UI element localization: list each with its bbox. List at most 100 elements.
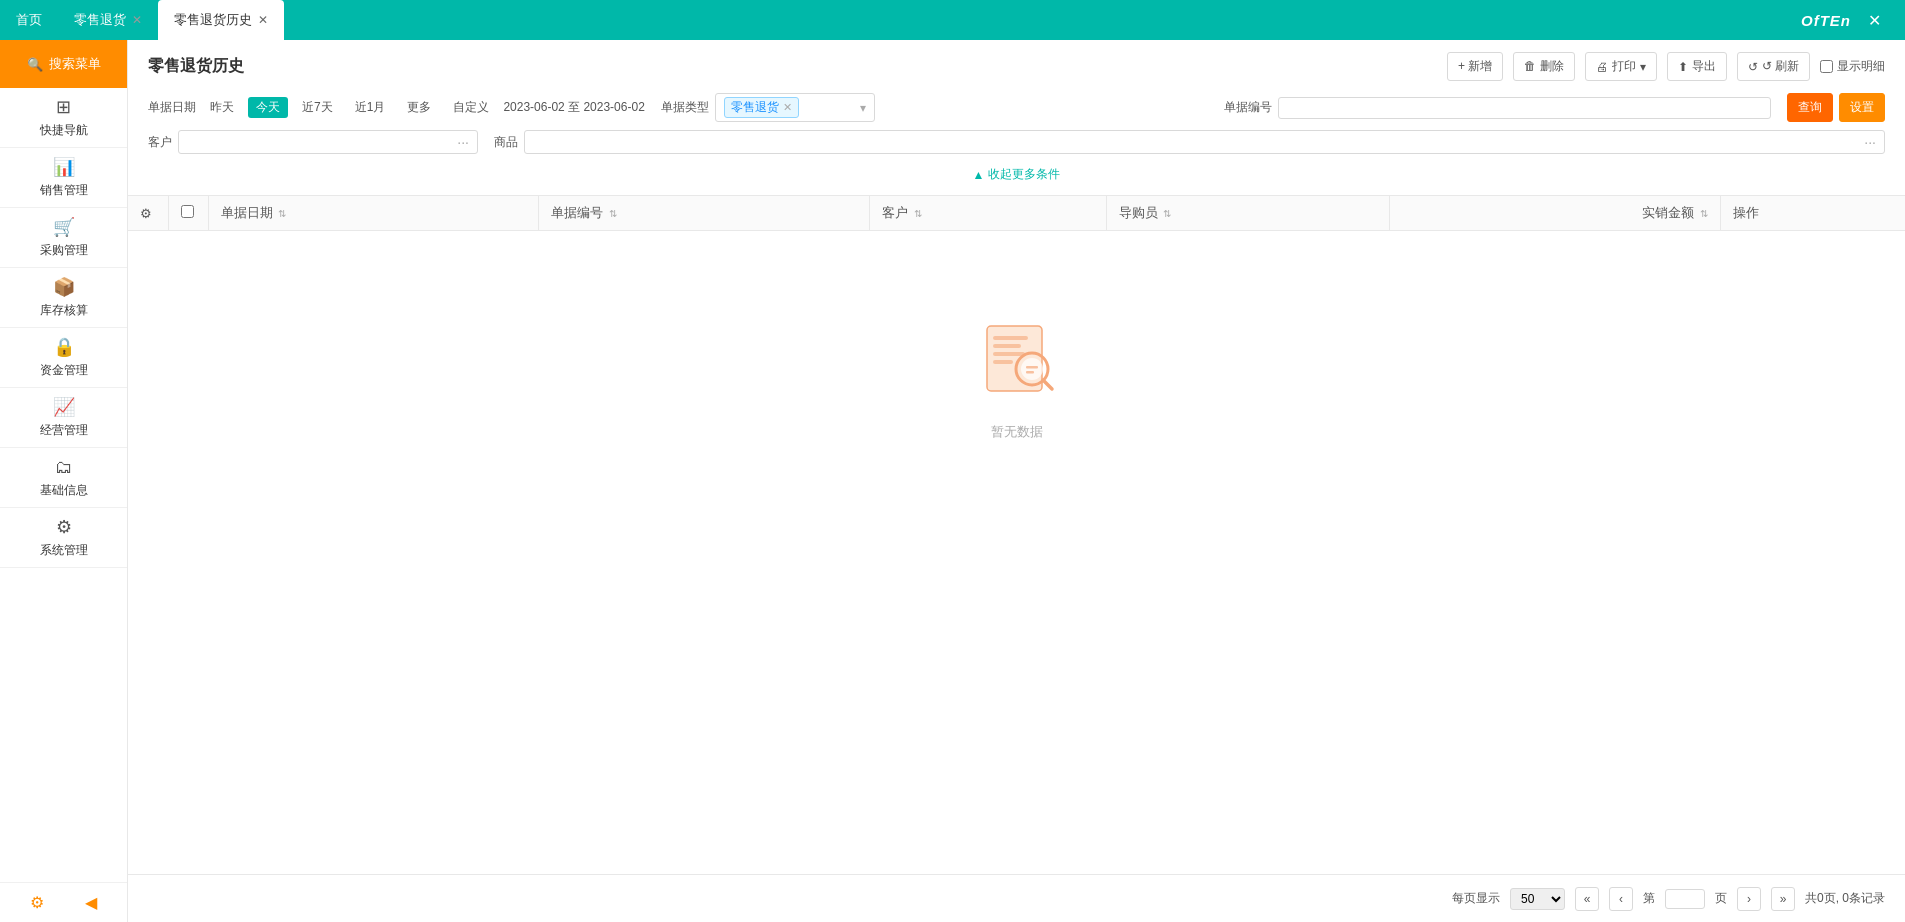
print-button[interactable]: 🖨 打印 ▾ [1585, 52, 1657, 81]
date-btn-yesterday[interactable]: 昨天 [202, 97, 242, 118]
goods-label: 商品 [494, 134, 518, 151]
date-btn-1month[interactable]: 近1月 [347, 97, 394, 118]
show-detail-label[interactable]: 显示明细 [1820, 58, 1885, 75]
tab-retail-return-close[interactable]: ✕ [132, 13, 142, 27]
col-date[interactable]: 单据日期 ⇅ [208, 196, 539, 231]
sidebar-search[interactable]: 🔍 搜索菜单 [0, 40, 127, 88]
data-table: ⚙ 单据日期 ⇅ 单据编号 ⇅ 客户 [128, 196, 1905, 521]
new-button[interactable]: + 新增 [1447, 52, 1503, 81]
voucher-type-select[interactable]: 零售退货 ✕ ▾ [715, 93, 875, 122]
col-customer[interactable]: 客户 ⇅ [870, 196, 1106, 231]
tab-retail-return-history-label: 零售退货历史 [174, 11, 252, 29]
print-dropdown-icon: ▾ [1640, 60, 1646, 74]
date-btn-today[interactable]: 今天 [248, 97, 288, 118]
empty-state-text: 暂无数据 [991, 423, 1043, 441]
query-button[interactable]: 查询 [1787, 93, 1833, 122]
sidebar-item-purchase-mgmt[interactable]: 🛒 采购管理 [0, 208, 127, 268]
prev-page-button[interactable]: ‹ [1609, 887, 1633, 911]
date-btn-more[interactable]: 更多 [399, 97, 439, 118]
next-page-button[interactable]: › [1737, 887, 1761, 911]
col-date-sort-icon: ⇅ [278, 208, 286, 219]
window-close-button[interactable]: ✕ [1859, 5, 1889, 35]
empty-state-cell: 暂无数据 [128, 231, 1905, 522]
sidebar-item-inventory[interactable]: 📦 库存核算 [0, 268, 127, 328]
sidebar-item-sales-mgmt[interactable]: 📊 销售管理 [0, 148, 127, 208]
brand-name: OfTEn [1801, 12, 1851, 29]
print-icon: 🖨 [1596, 60, 1608, 74]
goods-input-wrapper: ··· [524, 130, 1885, 154]
inventory-icon: 📦 [53, 276, 75, 298]
sidebar-item-system-mgmt-label: 系统管理 [40, 542, 88, 559]
delete-button[interactable]: 🗑 删除 [1513, 52, 1574, 81]
main-layout: 🔍 搜索菜单 ⊞ 快捷导航 📊 销售管理 🛒 采购管理 📦 库存核算 🔒 资金管… [0, 40, 1905, 922]
sidebar-item-inventory-label: 库存核算 [40, 302, 88, 319]
col-checkbox[interactable] [168, 196, 208, 231]
customer-dots-icon[interactable]: ··· [457, 134, 469, 150]
voucher-type-label: 单据类型 [661, 99, 709, 116]
sidebar-settings-icon[interactable]: ⚙ [30, 893, 44, 912]
next-page-icon: › [1747, 892, 1751, 906]
sidebar-item-operations-label: 经营管理 [40, 422, 88, 439]
col-no-sort-icon: ⇅ [609, 208, 617, 219]
sidebar-item-finance[interactable]: 🔒 资金管理 [0, 328, 127, 388]
voucher-no-input-wrapper [1278, 97, 1771, 119]
tab-list: 首页 零售退货 ✕ 零售退货历史 ✕ [0, 0, 1801, 40]
col-amount-label: 实销金额 [1642, 205, 1694, 220]
first-page-button[interactable]: « [1575, 887, 1599, 911]
sidebar-item-system-mgmt[interactable]: ⚙ 系统管理 [0, 508, 127, 568]
collapse-bar[interactable]: ▲ 收起更多条件 [148, 162, 1885, 187]
voucher-no-input[interactable] [1287, 101, 1762, 115]
sidebar-search-label: 搜索菜单 [49, 55, 101, 73]
col-amount[interactable]: 实销金额 ⇅ [1390, 196, 1721, 231]
svg-rect-1 [993, 336, 1028, 340]
page-number-input[interactable]: 1 [1665, 889, 1705, 909]
col-guide-sort-icon: ⇅ [1163, 208, 1171, 219]
tab-retail-return[interactable]: 零售退货 ✕ [58, 0, 158, 40]
tab-home[interactable]: 首页 [0, 0, 58, 40]
total-text: 共0页, 0条记录 [1805, 890, 1885, 907]
collapse-icon: ▲ [973, 168, 985, 182]
sidebar-collapse-icon[interactable]: ◀ [85, 893, 97, 912]
top-bar: 首页 零售退货 ✕ 零售退货历史 ✕ OfTEn ✕ [0, 0, 1905, 40]
col-guide[interactable]: 导购员 ⇅ [1106, 196, 1390, 231]
sidebar-item-basic-info[interactable]: 🗂 基础信息 [0, 448, 127, 508]
col-customer-sort-icon: ⇅ [914, 208, 922, 219]
page-title: 零售退货历史 [148, 56, 244, 77]
export-button[interactable]: ⬆ 导出 [1667, 52, 1727, 81]
goods-input[interactable] [533, 135, 1864, 149]
show-detail-checkbox[interactable] [1820, 60, 1833, 73]
col-amount-sort-icon: ⇅ [1700, 208, 1708, 219]
date-btn-custom[interactable]: 自定义 [445, 97, 497, 118]
filter-area: 单据日期 昨天 今天 近7天 近1月 更多 自定义 2023-06-02 至 2… [148, 93, 1885, 195]
sidebar-bottom: ⚙ ◀ [0, 882, 127, 922]
voucher-type-tag-close[interactable]: ✕ [783, 101, 792, 114]
tab-retail-return-history-close[interactable]: ✕ [258, 13, 268, 27]
search-icon: 🔍 [27, 57, 43, 72]
last-page-button[interactable]: » [1771, 887, 1795, 911]
sidebar-item-operations[interactable]: 📈 经营管理 [0, 388, 127, 448]
pagination-bar: 每页显示 50 10 20 100 « ‹ 第 1 页 › » 共0页, 0条记… [128, 874, 1905, 922]
tab-retail-return-label: 零售退货 [74, 11, 126, 29]
select-all-checkbox[interactable] [181, 205, 194, 218]
print-label: 打印 [1612, 58, 1636, 75]
sidebar-item-sales-mgmt-label: 销售管理 [40, 182, 88, 199]
refresh-button[interactable]: ↺ ↺ 刷新 [1737, 52, 1810, 81]
sidebar-item-quick-nav[interactable]: ⊞ 快捷导航 [0, 88, 127, 148]
action-buttons: 查询 设置 [1787, 93, 1885, 122]
goods-dots-icon[interactable]: ··· [1864, 134, 1876, 150]
topbar-right: OfTEn ✕ [1801, 5, 1905, 35]
sales-mgmt-icon: 📊 [53, 156, 75, 178]
date-btn-7days[interactable]: 近7天 [294, 97, 341, 118]
sidebar-item-quick-nav-label: 快捷导航 [40, 122, 88, 139]
col-no[interactable]: 单据编号 ⇅ [539, 196, 870, 231]
collapse-label: 收起更多条件 [988, 166, 1060, 183]
tab-retail-return-history[interactable]: 零售退货历史 ✕ [158, 0, 284, 40]
filter-row-1: 单据日期 昨天 今天 近7天 近1月 更多 自定义 2023-06-02 至 2… [148, 93, 1885, 122]
col-settings[interactable]: ⚙ [128, 196, 168, 231]
page-size-select[interactable]: 50 10 20 100 [1510, 888, 1565, 910]
settings-button[interactable]: 设置 [1839, 93, 1885, 122]
filter-row-2: 客户 ··· 商品 ··· [148, 130, 1885, 154]
page-word: 第 [1643, 890, 1655, 907]
customer-input[interactable] [187, 135, 457, 149]
last-page-icon: » [1780, 892, 1787, 906]
